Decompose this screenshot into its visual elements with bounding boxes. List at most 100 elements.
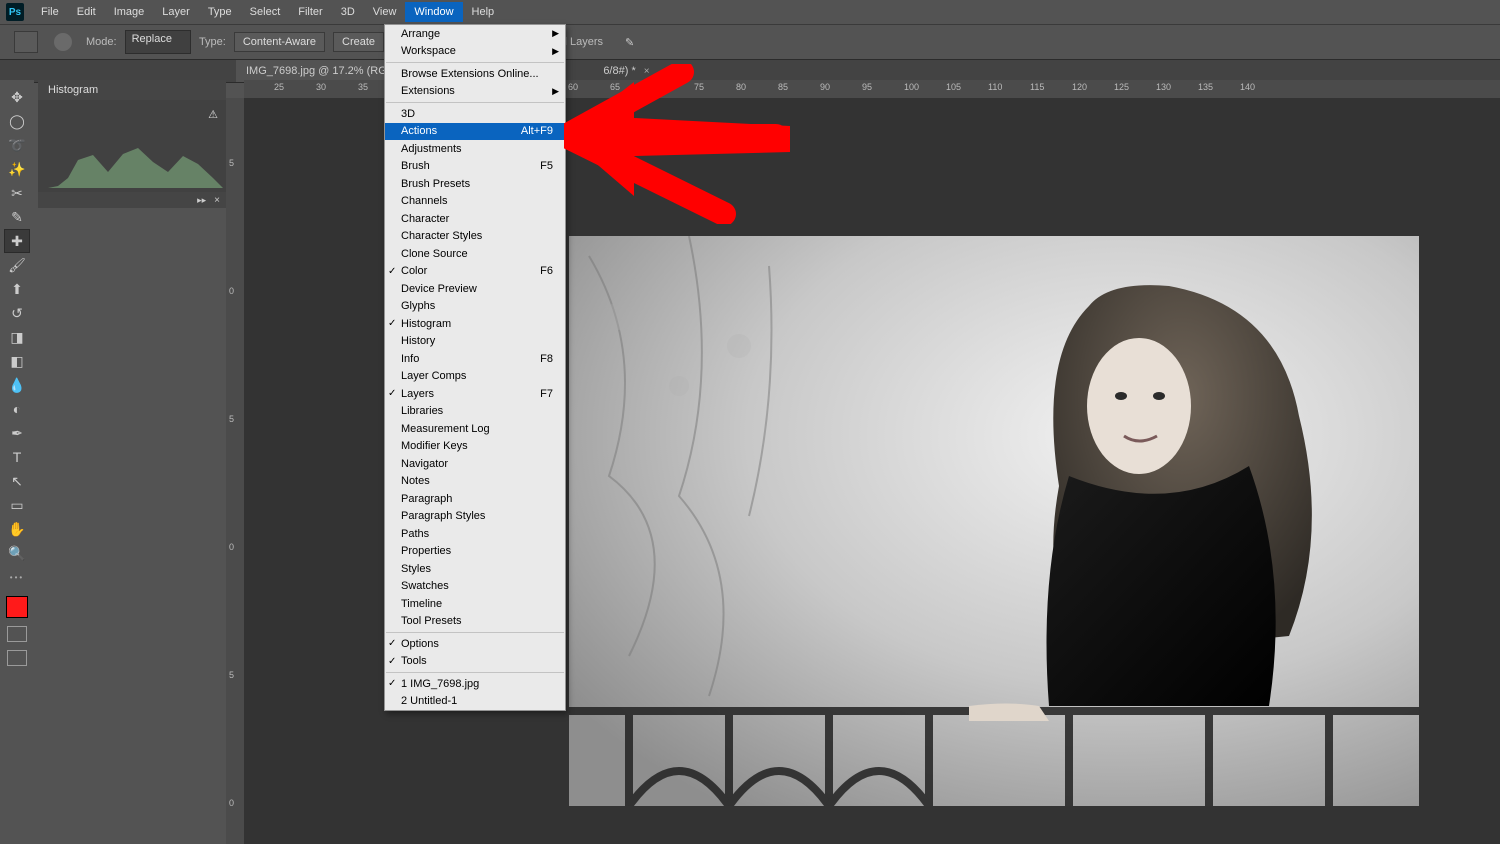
menu-item-info[interactable]: InfoF8 xyxy=(385,350,565,368)
submenu-arrow-icon: ▶ xyxy=(552,28,559,39)
menu-item-navigator[interactable]: Navigator xyxy=(385,455,565,473)
menu-item-histogram[interactable]: ✓Histogram xyxy=(385,315,565,333)
menu-item-label: Info xyxy=(401,353,419,365)
menu-item-styles[interactable]: Styles xyxy=(385,560,565,578)
history-brush-tool-icon[interactable]: ↺ xyxy=(5,302,29,324)
type-value-button[interactable]: Content-Aware xyxy=(234,32,325,52)
dodge-tool-icon[interactable]: ◐ xyxy=(5,398,29,420)
menu-item-timeline[interactable]: Timeline xyxy=(385,595,565,613)
active-tool-icon[interactable] xyxy=(14,31,38,53)
menu-edit[interactable]: Edit xyxy=(68,2,105,22)
gradient-tool-icon[interactable]: ◧ xyxy=(5,350,29,372)
menu-item-paragraph[interactable]: Paragraph xyxy=(385,490,565,508)
quick-select-tool-icon[interactable]: ✨ xyxy=(5,158,29,180)
screen-mode-icon[interactable] xyxy=(7,650,27,666)
menu-window[interactable]: Window xyxy=(405,2,462,22)
menu-file[interactable]: File xyxy=(32,2,68,22)
lasso-tool-icon[interactable]: ➰ xyxy=(5,134,29,156)
menu-item-1-img-7698-jpg[interactable]: ✓1 IMG_7698.jpg xyxy=(385,675,565,693)
check-icon: ✓ xyxy=(388,318,396,329)
menu-item-label: Notes xyxy=(401,475,430,487)
menu-item-channels[interactable]: Channels xyxy=(385,193,565,211)
menu-item-extensions[interactable]: Extensions▶ xyxy=(385,83,565,101)
close-panel-icon[interactable]: × xyxy=(214,195,220,206)
histogram-panel-tab[interactable]: Histogram xyxy=(38,80,226,100)
menu-select[interactable]: Select xyxy=(241,2,290,22)
path-select-tool-icon[interactable]: ↖ xyxy=(5,470,29,492)
close-tab-icon[interactable]: × xyxy=(644,66,650,77)
ruler-tick: 0 xyxy=(229,798,234,808)
menu-image[interactable]: Image xyxy=(105,2,154,22)
foreground-color-swatch[interactable] xyxy=(6,596,28,618)
menu-item-swatches[interactable]: Swatches xyxy=(385,578,565,596)
menu-item-3d[interactable]: 3D xyxy=(385,105,565,123)
menu-item-label: Tools xyxy=(401,655,427,667)
hand-tool-icon[interactable]: ✋ xyxy=(5,518,29,540)
menu-item-modifier-keys[interactable]: Modifier Keys xyxy=(385,438,565,456)
histogram-warning-icon[interactable]: ⚠ xyxy=(208,108,218,121)
menu-item-tools[interactable]: ✓Tools xyxy=(385,653,565,671)
pen-tool-icon[interactable]: ✒ xyxy=(5,422,29,444)
ruler-tick: 5 xyxy=(229,158,234,168)
doc-tab-2[interactable]: 6/8#) * × xyxy=(593,60,659,82)
move-tool-icon[interactable]: ✥ xyxy=(5,86,29,108)
menu-item-measurement-log[interactable]: Measurement Log xyxy=(385,420,565,438)
menu-item-paragraph-styles[interactable]: Paragraph Styles xyxy=(385,508,565,526)
more-tools-icon[interactable]: ••• xyxy=(5,566,29,588)
menu-separator xyxy=(386,102,564,103)
menu-item-2-untitled-1[interactable]: 2 Untitled-1 xyxy=(385,693,565,711)
menu-item-options[interactable]: ✓Options xyxy=(385,635,565,653)
menu-item-label: Character Styles xyxy=(401,230,482,242)
type-tool-icon[interactable]: T xyxy=(5,446,29,468)
menu-item-browse-extensions-online-[interactable]: Browse Extensions Online... xyxy=(385,65,565,83)
menu-type[interactable]: Type xyxy=(199,2,241,22)
ruler-tick: 75 xyxy=(694,82,704,92)
shape-tool-icon[interactable]: ▭ xyxy=(5,494,29,516)
menu-item-label: Arrange xyxy=(401,28,440,40)
menu-item-color[interactable]: ✓ColorF6 xyxy=(385,263,565,281)
marquee-tool-icon[interactable]: ◯ xyxy=(5,110,29,132)
menu-item-layer-comps[interactable]: Layer Comps xyxy=(385,368,565,386)
menu-item-layers[interactable]: ✓LayersF7 xyxy=(385,385,565,403)
menu-help[interactable]: Help xyxy=(463,2,504,22)
healing-tool-icon[interactable]: ✚ xyxy=(5,230,29,252)
menu-item-character-styles[interactable]: Character Styles xyxy=(385,228,565,246)
menu-layer[interactable]: Layer xyxy=(153,2,199,22)
create-button[interactable]: Create xyxy=(333,32,384,52)
menu-3d[interactable]: 3D xyxy=(332,2,364,22)
collapse-panel-icon[interactable]: ▸▸ xyxy=(197,195,206,206)
menu-item-notes[interactable]: Notes xyxy=(385,473,565,491)
quick-mask-icon[interactable] xyxy=(7,626,27,642)
menu-item-brush[interactable]: BrushF5 xyxy=(385,158,565,176)
menu-item-brush-presets[interactable]: Brush Presets xyxy=(385,175,565,193)
stamp-tool-icon[interactable]: ⬆ xyxy=(5,278,29,300)
menu-item-actions[interactable]: ActionsAlt+F9 xyxy=(385,123,565,141)
menu-item-label: Libraries xyxy=(401,405,443,417)
menu-item-properties[interactable]: Properties xyxy=(385,543,565,561)
menu-item-label: Color xyxy=(401,265,427,277)
eyedropper-tool-icon[interactable]: ✎ xyxy=(5,206,29,228)
menu-item-glyphs[interactable]: Glyphs xyxy=(385,298,565,316)
menu-view[interactable]: View xyxy=(364,2,406,22)
menu-item-arrange[interactable]: Arrange ▶ xyxy=(385,25,565,43)
crop-tool-icon[interactable]: ✂ xyxy=(5,182,29,204)
menu-item-workspace[interactable]: Workspace▶ xyxy=(385,43,565,61)
zoom-tool-icon[interactable]: 🔍 xyxy=(5,542,29,564)
menu-item-paths[interactable]: Paths xyxy=(385,525,565,543)
brush-preset-icon[interactable] xyxy=(54,33,72,51)
menu-item-libraries[interactable]: Libraries xyxy=(385,403,565,421)
eraser-tool-icon[interactable]: ◨ xyxy=(5,326,29,348)
brush-tool-icon[interactable]: 🖌 xyxy=(5,254,29,276)
blur-tool-icon[interactable]: 💧 xyxy=(5,374,29,396)
menu-item-label: Brush xyxy=(401,160,430,172)
menu-item-tool-presets[interactable]: Tool Presets xyxy=(385,613,565,631)
menu-item-adjustments[interactable]: Adjustments xyxy=(385,140,565,158)
menu-item-history[interactable]: History xyxy=(385,333,565,351)
pressure-icon[interactable]: ✎ xyxy=(625,36,634,49)
menu-filter[interactable]: Filter xyxy=(289,2,331,22)
mode-select[interactable]: Replace xyxy=(125,30,191,54)
menu-item-device-preview[interactable]: Device Preview xyxy=(385,280,565,298)
menu-item-label: Clone Source xyxy=(401,248,468,260)
menu-item-character[interactable]: Character xyxy=(385,210,565,228)
menu-item-clone-source[interactable]: Clone Source xyxy=(385,245,565,263)
